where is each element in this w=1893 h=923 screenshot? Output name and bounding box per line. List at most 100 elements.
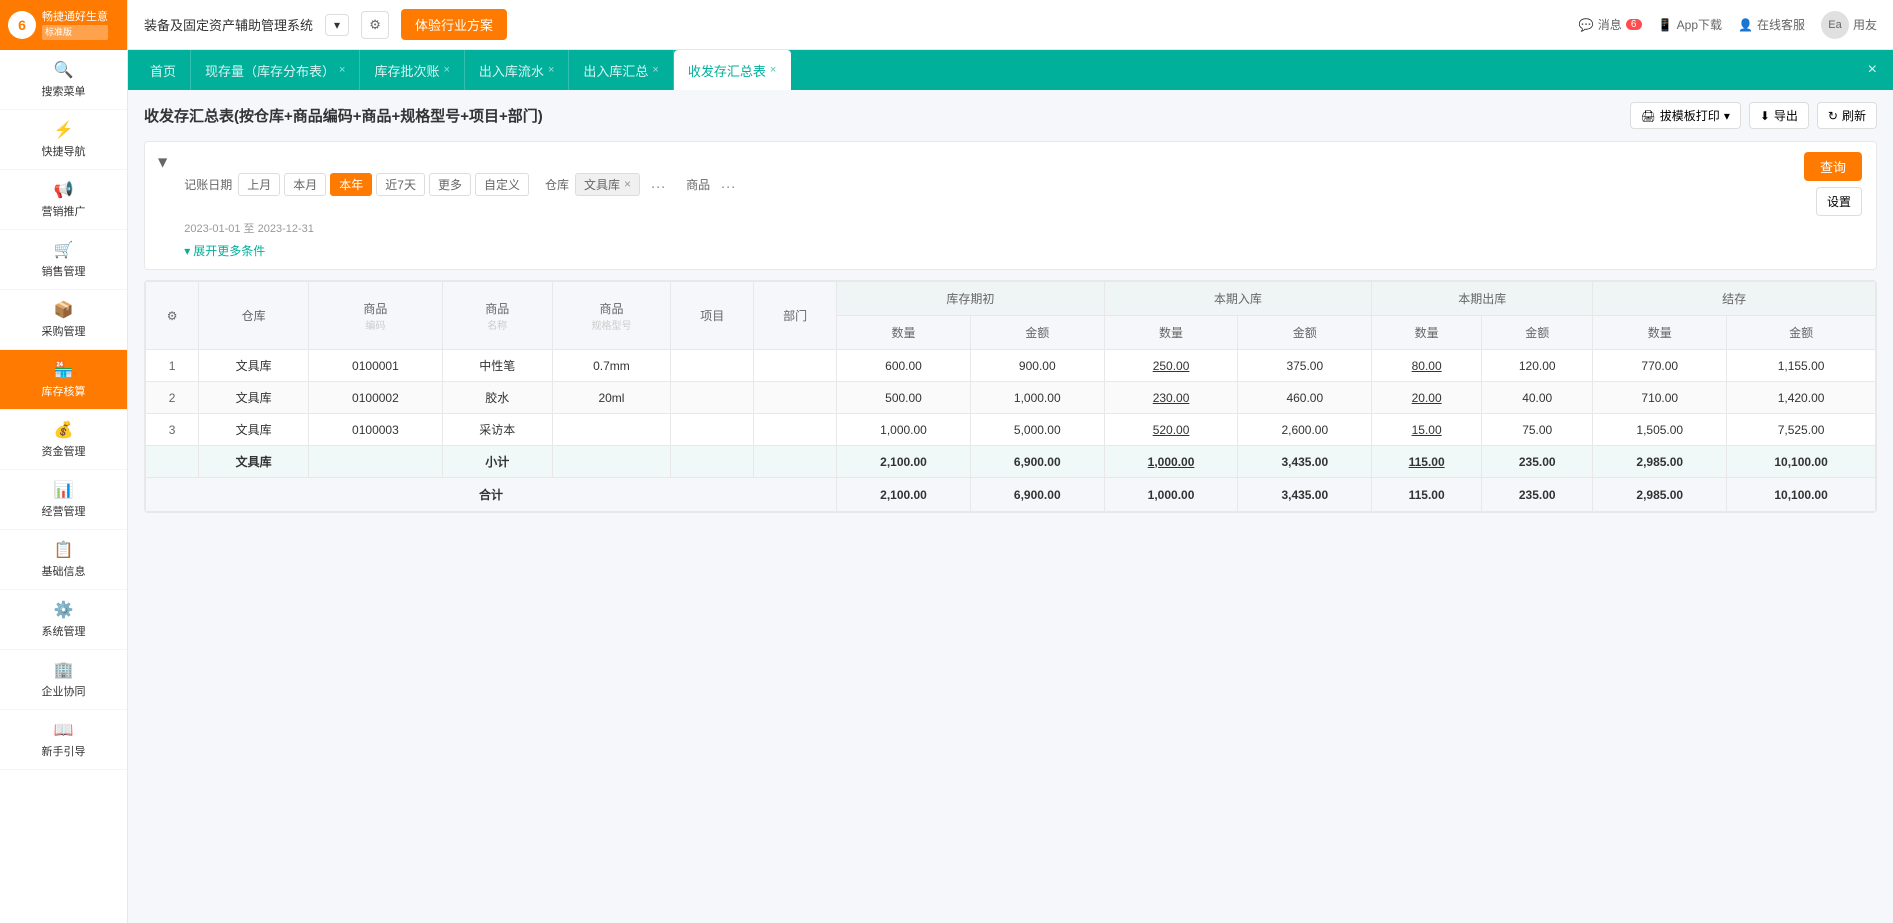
date-btn-7days[interactable]: 近7天	[376, 173, 425, 196]
row-code: 0100002	[309, 382, 443, 414]
app-icon: 📱	[1658, 18, 1673, 32]
sidebar-item-purchase[interactable]: 📦 采购管理	[0, 290, 127, 350]
base-icon: 📋	[54, 540, 74, 560]
business-icon: 📊	[54, 480, 74, 500]
warehouse-tag-remove[interactable]: ×	[624, 177, 631, 191]
row-in-amt: 375.00	[1238, 350, 1372, 382]
sidebar-item-sales[interactable]: 🛒 销售管理	[0, 230, 127, 290]
warehouse-tag: 文具库 ×	[575, 173, 640, 196]
tab-batch[interactable]: 库存批次账 ×	[360, 50, 464, 90]
sidebar-item-marketing[interactable]: 📢 营销推广	[0, 170, 127, 230]
row-out-qty[interactable]: 80.00	[1372, 350, 1482, 382]
tab-inout-summary[interactable]: 出入库汇总 ×	[569, 50, 673, 90]
sidebar-item-label: 搜索菜单	[42, 83, 86, 99]
tab-stock-dist[interactable]: 现存量（库存分布表） ×	[191, 50, 360, 90]
sidebar-item-finance[interactable]: 💰 资金管理	[0, 410, 127, 470]
data-table: ⚙ 仓库 商品编码 商品名称 商品规格型号 项目 部门 库存期初 本期入库 本期…	[145, 281, 1876, 512]
footer-in-qty: 1,000.00	[1104, 478, 1238, 512]
tab-home[interactable]: 首页	[136, 50, 191, 90]
row-in-amt: 2,600.00	[1238, 414, 1372, 446]
tab-inout-flow[interactable]: 出入库流水 ×	[465, 50, 569, 90]
date-btn-last-month[interactable]: 上月	[238, 173, 280, 196]
trial-button[interactable]: 体验行业方案	[401, 9, 507, 40]
tab-receive-summary-close[interactable]: ×	[770, 64, 776, 76]
col-header-code: 商品编码	[309, 282, 443, 350]
row-in-qty[interactable]: 1,000.00	[1104, 446, 1238, 478]
marketing-icon: 📢	[54, 180, 74, 200]
print-button[interactable]: 🖨 拔模板打印 ▾	[1630, 102, 1741, 129]
settings-icon[interactable]: ⚙	[361, 11, 389, 39]
warehouse-label: 仓库	[545, 176, 569, 193]
row-out-qty[interactable]: 115.00	[1372, 446, 1482, 478]
service-icon: 👤	[1738, 18, 1753, 32]
expand-conditions[interactable]: ▾ 展开更多条件	[184, 242, 1862, 259]
row-code: 0100003	[309, 414, 443, 446]
tab-batch-close[interactable]: ×	[443, 64, 449, 76]
col-header-name: 商品名称	[442, 282, 552, 350]
row-out-qty[interactable]: 15.00	[1372, 414, 1482, 446]
row-open-amt: 900.00	[970, 350, 1104, 382]
row-warehouse: 文具库	[199, 446, 309, 478]
row-project	[671, 382, 754, 414]
col-group-in: 本期入库	[1104, 282, 1372, 316]
chevron-down-icon: ▾	[184, 244, 190, 258]
row-close-qty: 770.00	[1593, 350, 1727, 382]
row-open-amt: 5,000.00	[970, 414, 1104, 446]
tab-home-label: 首页	[150, 61, 176, 80]
sidebar-item-quick[interactable]: ⚡ 快捷导航	[0, 110, 127, 170]
tab-receive-summary[interactable]: 收发存汇总表 ×	[674, 50, 791, 90]
warehouse-more[interactable]: …	[646, 175, 670, 193]
page-title-row: 收发存汇总表(按仓库+商品编码+商品+规格型号+项目+部门) 🖨 拔模板打印 ▾…	[144, 102, 1877, 129]
tab-inout-summary-close[interactable]: ×	[652, 64, 658, 76]
col-in-qty: 数量	[1104, 316, 1238, 350]
service-item[interactable]: 👤 在线客服	[1738, 16, 1805, 33]
col-header-warehouse: 仓库	[199, 282, 309, 350]
app-download-item[interactable]: 📱 App下载	[1658, 16, 1722, 33]
tabbar-close-all[interactable]: ×	[1860, 61, 1885, 79]
row-project	[671, 350, 754, 382]
row-close-qty: 710.00	[1593, 382, 1727, 414]
query-button[interactable]: 查询	[1804, 152, 1862, 181]
filter-settings-button[interactable]: 设置	[1816, 187, 1862, 216]
table-row: 1 文具库 0100001 中性笔 0.7mm 600.00 900.00 25…	[146, 350, 1876, 382]
row-in-qty[interactable]: 230.00	[1104, 382, 1238, 414]
tab-stock-dist-close[interactable]: ×	[339, 64, 345, 76]
row-name: 胶水	[442, 382, 552, 414]
message-item[interactable]: 💬 消息 6	[1579, 16, 1642, 33]
row-in-qty[interactable]: 520.00	[1104, 414, 1238, 446]
sidebar-item-enterprise[interactable]: 🏢 企业协同	[0, 650, 127, 710]
sidebar-item-base[interactable]: 📋 基础信息	[0, 530, 127, 590]
sidebar-item-label: 系统管理	[42, 623, 86, 639]
col-group-opening: 库存期初	[837, 282, 1105, 316]
sidebar-item-search[interactable]: 🔍 搜索菜单	[0, 50, 127, 110]
table-settings-icon[interactable]: ⚙	[146, 282, 199, 350]
sidebar-item-business[interactable]: 📊 经营管理	[0, 470, 127, 530]
row-num	[146, 446, 199, 478]
message-icon: 💬	[1579, 18, 1594, 32]
row-in-qty[interactable]: 250.00	[1104, 350, 1238, 382]
date-btn-custom[interactable]: 自定义	[475, 173, 529, 196]
sidebar-item-guide[interactable]: 📖 新手引导	[0, 710, 127, 770]
filter-collapse-icon[interactable]: ▶	[157, 158, 171, 167]
row-out-amt: 40.00	[1482, 382, 1593, 414]
main-area: 装备及固定资产辅助管理系统 ▾ ⚙ 体验行业方案 💬 消息 6 📱 App下载 …	[128, 0, 1893, 923]
sidebar-item-label: 快捷导航	[42, 143, 86, 159]
export-button[interactable]: ⬇ 导出	[1749, 102, 1809, 129]
sidebar-logo: 6 畅捷通好生意 标准版	[0, 0, 127, 50]
row-out-amt: 120.00	[1482, 350, 1593, 382]
date-btn-this-month[interactable]: 本月	[284, 173, 326, 196]
sidebar-item-label: 库存核算	[42, 383, 86, 399]
user-item[interactable]: Ea 用友	[1821, 11, 1877, 39]
goods-more[interactable]: …	[716, 175, 740, 193]
date-btn-more[interactable]: 更多	[429, 173, 471, 196]
row-out-qty[interactable]: 20.00	[1372, 382, 1482, 414]
row-code	[309, 446, 443, 478]
enterprise-icon: 🏢	[54, 660, 74, 680]
sidebar-item-inventory[interactable]: 🏪 库存核算	[0, 350, 127, 410]
system-selector[interactable]: ▾	[325, 14, 349, 36]
date-btn-this-year[interactable]: 本年	[330, 173, 372, 196]
sidebar-item-system[interactable]: ⚙️ 系统管理	[0, 590, 127, 650]
tab-inout-flow-close[interactable]: ×	[548, 64, 554, 76]
row-warehouse: 文具库	[199, 350, 309, 382]
refresh-button[interactable]: ↻ 刷新	[1817, 102, 1877, 129]
